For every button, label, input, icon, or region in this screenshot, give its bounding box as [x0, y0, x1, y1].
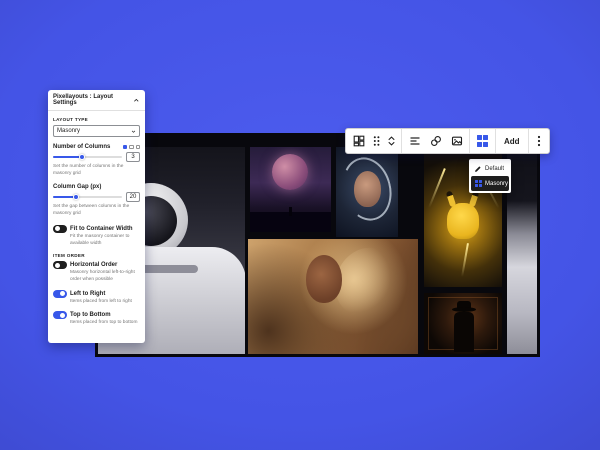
- toolbar-group-more: [528, 129, 549, 153]
- masonry-grid-glyph: [477, 135, 489, 147]
- gap-description: Set the gap between columns in the mason…: [53, 204, 140, 217]
- number-of-columns-label: Number of Columns: [53, 144, 110, 150]
- lightning-shape: [461, 243, 469, 277]
- astronaut-strap-shape: [138, 265, 198, 273]
- item-order-label: ITEM ORDER: [53, 253, 140, 258]
- tablet-icon[interactable]: [129, 145, 134, 150]
- drag-handle-icon[interactable]: [369, 130, 384, 152]
- toolbar-group-layout: [469, 129, 495, 153]
- planet-shape: [272, 154, 308, 190]
- left-to-right-label: Left to Right: [70, 291, 105, 297]
- columns-slider[interactable]: [53, 153, 122, 161]
- horizontal-order-label: Horizontal Order: [70, 262, 117, 268]
- horizontal-order-toggle[interactable]: [53, 261, 67, 269]
- planet-figure-shape: [289, 207, 292, 216]
- toolbar-group-block: [346, 129, 401, 153]
- gallery-image-dust-woman[interactable]: [248, 239, 418, 354]
- panel-header[interactable]: Pixellayouts : Layout Settings: [48, 90, 145, 111]
- mobile-icon[interactable]: [136, 145, 141, 150]
- layout-settings-panel: Pixellayouts : Layout Settings LAYOUT TY…: [48, 90, 145, 343]
- masonry-block-icon[interactable]: [348, 130, 369, 152]
- gap-value-input[interactable]: 20: [126, 192, 140, 202]
- masonry-grid-icon[interactable]: [472, 130, 493, 152]
- layout-type-select[interactable]: Masonry: [53, 125, 140, 137]
- block-toolbar: Add: [345, 128, 550, 154]
- helmet-ring-shape: [336, 152, 398, 226]
- top-to-bottom-label: Top to Bottom: [70, 312, 111, 318]
- left-to-right-toggle[interactable]: [53, 290, 67, 298]
- move-up-down-icon[interactable]: [384, 130, 399, 152]
- horizontal-order-description: Masonry horizontal left-to-right order w…: [70, 270, 140, 283]
- panel-title: Pixellayouts : Layout Settings: [53, 94, 133, 106]
- cowboy-body-shape: [454, 312, 474, 352]
- lightning-shape: [428, 168, 446, 208]
- fit-to-container-description: Fit the masonry container to available w…: [70, 234, 140, 247]
- left-to-right-description: Items placed from left to right: [70, 299, 140, 306]
- toolbar-group-format: [401, 129, 469, 153]
- gallery-image-space-helmet-woman[interactable]: [336, 147, 398, 237]
- dust-head-shape: [306, 255, 342, 303]
- slider-knob[interactable]: [79, 154, 85, 160]
- slider-track: [53, 156, 122, 158]
- gallery-image-cowboy[interactable]: [424, 293, 502, 354]
- layout-menu-item-label: Default: [485, 166, 504, 172]
- responsive-device-icons: [123, 145, 141, 150]
- pikachu-body-shape: [447, 203, 479, 239]
- chevron-down-icon: [131, 129, 136, 134]
- panel-body: LAYOUT TYPE Masonry Number of Columns 3 …: [48, 111, 145, 340]
- gap-slider[interactable]: [53, 193, 122, 201]
- slider-knob[interactable]: [73, 194, 79, 200]
- top-to-bottom-toggle[interactable]: [53, 311, 67, 319]
- column-gap-label: Column Gap (px): [53, 184, 101, 190]
- gallery-image-purple-planet[interactable]: [250, 147, 331, 232]
- alignment-icon[interactable]: [404, 130, 425, 152]
- layout-type-label: LAYOUT TYPE: [53, 117, 140, 122]
- layout-type-value: Masonry: [57, 128, 80, 134]
- fit-to-container-toggle[interactable]: [53, 225, 67, 233]
- layout-menu-item-default[interactable]: Default: [471, 161, 509, 176]
- layout-menu: Default Masonry: [469, 159, 511, 193]
- masonry-grid-icon: [474, 180, 482, 188]
- toolbar-group-add: Add: [495, 129, 528, 153]
- add-button[interactable]: Add: [498, 130, 526, 152]
- chevron-up-icon: [133, 97, 140, 104]
- columns-value-input[interactable]: 3: [126, 152, 140, 162]
- link-icon[interactable]: [425, 130, 446, 152]
- slider-track: [53, 196, 122, 198]
- top-to-bottom-description: Items placed from top to bottom: [70, 320, 140, 327]
- layout-menu-item-label: Masonry: [485, 181, 508, 187]
- gallery-image-astronaut-right[interactable]: [507, 147, 537, 354]
- desktop-icon[interactable]: [123, 145, 128, 150]
- image-icon[interactable]: [446, 130, 467, 152]
- layout-menu-item-masonry[interactable]: Masonry: [471, 176, 509, 191]
- fit-to-container-label: Fit to Container Width: [70, 226, 133, 232]
- more-options-icon[interactable]: [531, 130, 547, 152]
- pencil-icon: [474, 165, 482, 173]
- columns-description: Set the number of columns in the masonry…: [53, 164, 140, 177]
